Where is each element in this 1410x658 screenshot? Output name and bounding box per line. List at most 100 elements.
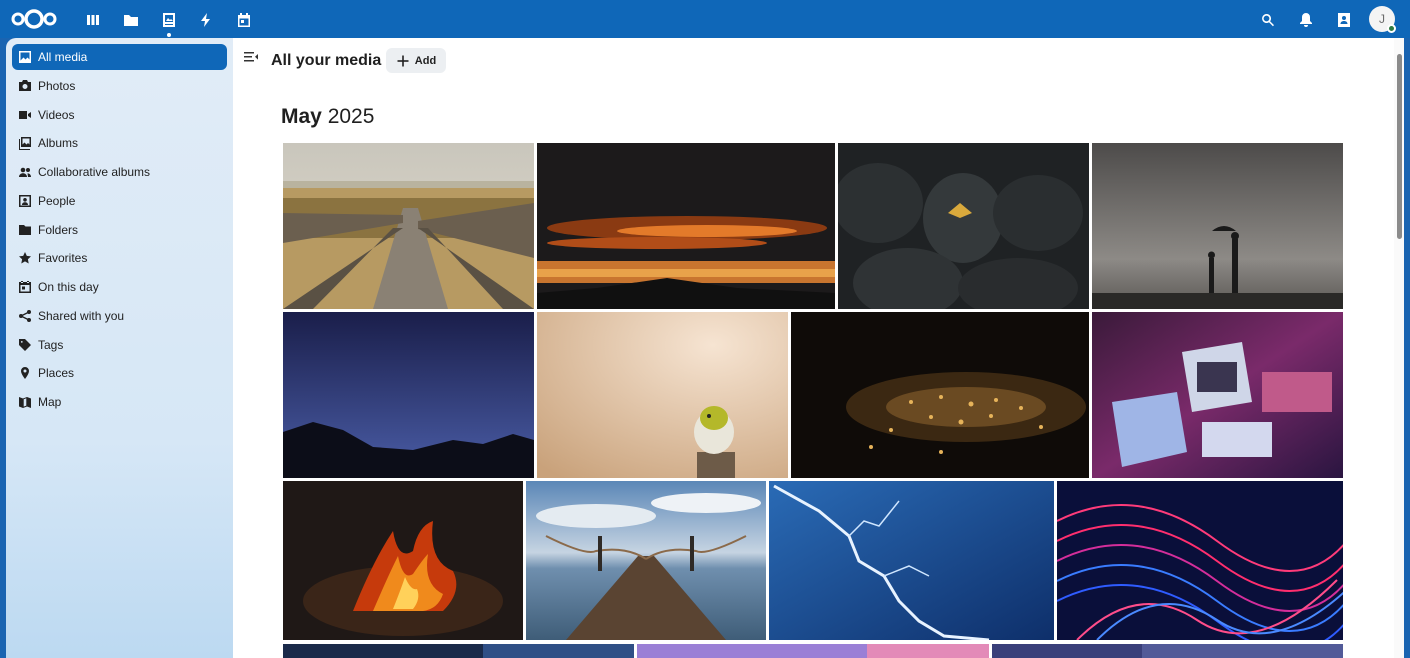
albums-icon (19, 137, 31, 150)
scrollbar-thumb[interactable] (1397, 54, 1402, 239)
image-icon (19, 51, 31, 63)
photo-pier-at-sea (526, 481, 766, 640)
app-calendar[interactable] (231, 7, 257, 33)
photos-icon (163, 13, 175, 27)
app-dashboard[interactable] (80, 7, 106, 33)
search-button[interactable] (1255, 7, 1281, 33)
photo-retro-computer (1092, 312, 1343, 478)
photo-night-mountains (283, 312, 534, 478)
photo-campfire (283, 481, 523, 640)
person-icon (19, 195, 31, 207)
contacts-icon (1338, 13, 1350, 27)
photo-tile[interactable] (283, 481, 523, 640)
contacts-button[interactable] (1331, 7, 1357, 33)
photo-tile[interactable] (283, 312, 534, 478)
sidebar-item-places[interactable]: Places (12, 360, 227, 386)
photo-tile[interactable] (283, 143, 534, 309)
sidebar-item-label: Folders (38, 223, 79, 237)
photo-orange-sunset-clouds (537, 143, 835, 309)
folder-icon (19, 225, 31, 235)
sidebar-item-label: Favorites (38, 251, 88, 265)
sidebar-item-label: All media (38, 50, 88, 64)
photo-tile[interactable] (1057, 481, 1343, 640)
map-icon (19, 397, 31, 408)
sidebar-item-on-this-day[interactable]: On this day (12, 274, 227, 300)
sidebar-item-folders[interactable]: Folders (12, 217, 227, 243)
toggle-sidebar-button[interactable] (243, 49, 259, 65)
map-pin-icon (21, 367, 29, 379)
sidebar-item-label: People (38, 194, 76, 208)
folder-icon (124, 15, 138, 26)
navigation-sidebar: All media Photos Videos Albums Collabora… (6, 38, 233, 658)
people-group-icon (19, 167, 31, 177)
photo-tile[interactable] (537, 143, 835, 309)
notifications-button[interactable] (1293, 7, 1319, 33)
photo-neon-light-trails (1057, 481, 1343, 640)
photo-tile[interactable] (283, 644, 634, 658)
calendar-icon (238, 13, 250, 27)
sidebar-item-label: Albums (38, 136, 79, 150)
photo-tile[interactable] (791, 312, 1089, 478)
photo-tile[interactable] (526, 481, 766, 640)
top-bar: J (0, 0, 1410, 38)
year-label: 2025 (327, 105, 375, 128)
photo-yellow-bird-on-post (537, 312, 788, 478)
star-icon (19, 252, 31, 264)
app-files[interactable] (118, 7, 144, 33)
month-heading: May 2025 (281, 105, 374, 129)
sidebar-item-tags[interactable]: Tags (12, 332, 227, 358)
photo-tile[interactable] (1092, 312, 1343, 478)
app-photos[interactable] (156, 7, 182, 37)
photo-silhouette-umbrella (1092, 143, 1343, 309)
scrollbar[interactable] (1394, 38, 1404, 658)
sidebar-item-collaborative-albums[interactable]: Collaborative albums (12, 159, 227, 185)
sidebar-item-favorites[interactable]: Favorites (12, 245, 227, 271)
nextcloud-logo[interactable] (10, 8, 58, 30)
photo-tile[interactable] (838, 143, 1089, 309)
sidebar-item-shared-with-you[interactable]: Shared with you (12, 303, 227, 329)
photo-wooden-boardwalk (283, 143, 534, 309)
plus-icon (397, 55, 409, 66)
sidebar-item-map[interactable]: Map (12, 389, 227, 415)
sidebar-item-albums[interactable]: Albums (12, 130, 227, 156)
sidebar-item-label: Tags (38, 338, 64, 352)
avatar-initial: J (1379, 12, 1385, 26)
page-title: All your media (271, 52, 382, 69)
online-status-dot (1387, 24, 1396, 33)
photo-purple-sky-bottom (637, 644, 989, 658)
bell-icon (1300, 13, 1312, 27)
photo-blue-dusk-bottom (992, 644, 1343, 658)
sidebar-item-label: Photos (38, 79, 76, 93)
photo-lightning-storm (769, 481, 1054, 640)
dashboard-icon (87, 15, 99, 25)
sidebar-item-photos[interactable]: Photos (12, 73, 227, 99)
sidebar-item-label: Places (38, 366, 75, 380)
photo-tile[interactable] (537, 312, 788, 478)
photo-tile[interactable] (637, 644, 989, 658)
sidebar-item-all-media[interactable]: All media (12, 44, 227, 70)
active-app-indicator (167, 33, 171, 37)
calendar-today-icon (19, 281, 31, 293)
sidebar-item-label: Shared with you (38, 309, 125, 323)
tag-icon (19, 339, 31, 351)
video-icon (19, 111, 31, 119)
add-button-label: Add (414, 54, 437, 67)
add-button[interactable]: Add (386, 48, 446, 73)
photo-sparkling-water-night (791, 312, 1089, 478)
main-content: All your media Add May 2025 (233, 38, 1404, 658)
app-activity[interactable] (193, 7, 219, 33)
photo-tile[interactable] (1092, 143, 1343, 309)
lightning-icon (201, 13, 210, 27)
photo-tile[interactable] (769, 481, 1054, 640)
sidebar-item-label: Map (38, 395, 62, 409)
sidebar-item-label: On this day (38, 280, 99, 294)
camera-icon (19, 80, 31, 91)
sidebar-item-people[interactable]: People (12, 188, 227, 214)
photo-tile[interactable] (992, 644, 1343, 658)
photo-moth-on-rock (838, 143, 1089, 309)
sidebar-item-videos[interactable]: Videos (12, 102, 227, 128)
sidebar-item-label: Videos (38, 108, 75, 122)
menu-collapse-icon (244, 52, 258, 62)
photo-blue-sky-bottom (283, 644, 634, 658)
search-icon (1262, 14, 1274, 27)
